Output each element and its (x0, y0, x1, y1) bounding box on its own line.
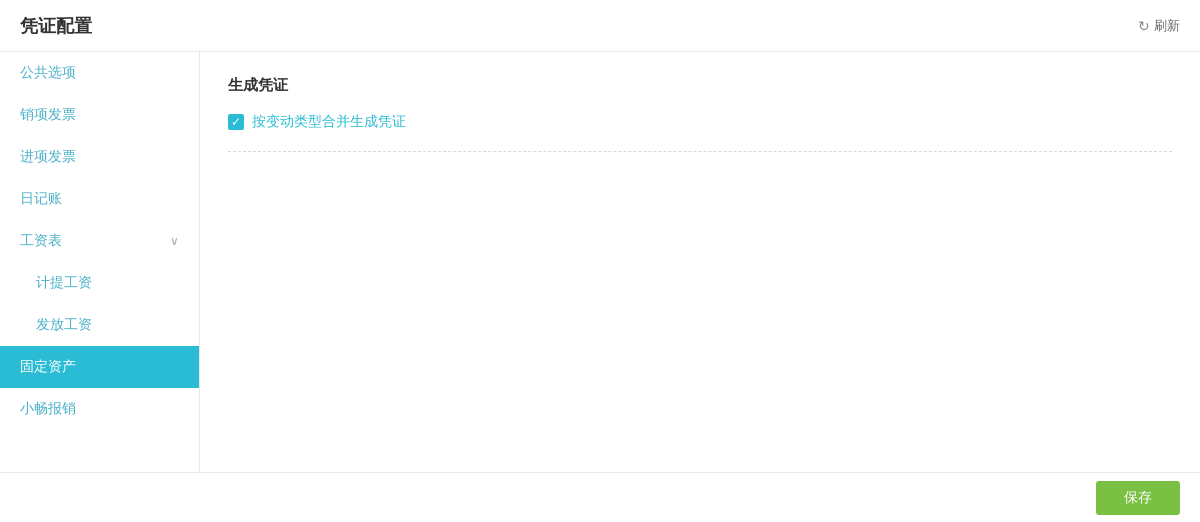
checkbox-row: ✓ 按变动类型合并生成凭证 (228, 113, 1172, 131)
sidebar-item-label: 固定资产 (20, 358, 76, 376)
footer-bar: 保存 (0, 472, 1200, 522)
save-button[interactable]: 保存 (1096, 481, 1180, 515)
sidebar-item-label: 日记账 (20, 190, 62, 208)
sidebar-item-sales-invoice[interactable]: 销项发票 (0, 94, 199, 136)
sidebar-item-label: 计提工资 (36, 274, 92, 292)
sidebar-item-journal[interactable]: 日记账 (0, 178, 199, 220)
page-title: 凭证配置 (20, 14, 92, 38)
sidebar-item-salary-payment[interactable]: 发放工资 (0, 304, 199, 346)
sidebar-item-label: 小畅报销 (20, 400, 76, 418)
section-divider (228, 151, 1172, 152)
sidebar-item-payroll-table[interactable]: 工资表 ∨ (0, 220, 199, 262)
checkbox-label[interactable]: 按变动类型合并生成凭证 (252, 113, 406, 131)
sidebar-item-label: 发放工资 (36, 316, 92, 334)
sidebar-item-salary-accrual[interactable]: 计提工资 (0, 262, 199, 304)
refresh-label: 刷新 (1154, 17, 1180, 35)
sidebar-item-purchase-invoice[interactable]: 进项发票 (0, 136, 199, 178)
sidebar: 公共选项销项发票进项发票日记账工资表 ∨ 计提工资发放工资固定资产小畅报销 (0, 52, 200, 472)
main-content: 公共选项销项发票进项发票日记账工资表 ∨ 计提工资发放工资固定资产小畅报销 生成凭证… (0, 52, 1200, 472)
page-wrapper: 凭证配置 ↻ 刷新 公共选项销项发票进项发票日记账工资表 ∨ 计提工资发放工资固定资… (0, 0, 1200, 522)
refresh-button[interactable]: ↻ 刷新 (1138, 17, 1180, 35)
sidebar-item-public-options[interactable]: 公共选项 (0, 52, 199, 94)
sidebar-item-expense-claim[interactable]: 小畅报销 (0, 388, 199, 430)
checkmark-icon: ✓ (231, 116, 241, 128)
sidebar-item-label: 销项发票 (20, 106, 76, 124)
sidebar-item-label: 进项发票 (20, 148, 76, 166)
sidebar-item-label: 公共选项 (20, 64, 76, 82)
sidebar-item-fixed-assets[interactable]: 固定资产 (0, 346, 199, 388)
section-title: 生成凭证 (228, 76, 1172, 95)
header: 凭证配置 ↻ 刷新 (0, 0, 1200, 52)
sidebar-item-label: 工资表 (20, 232, 62, 250)
merge-by-type-checkbox[interactable]: ✓ (228, 114, 244, 130)
chevron-down-icon: ∨ (170, 234, 179, 248)
refresh-icon: ↻ (1138, 18, 1150, 34)
content-area: 生成凭证 ✓ 按变动类型合并生成凭证 (200, 52, 1200, 472)
